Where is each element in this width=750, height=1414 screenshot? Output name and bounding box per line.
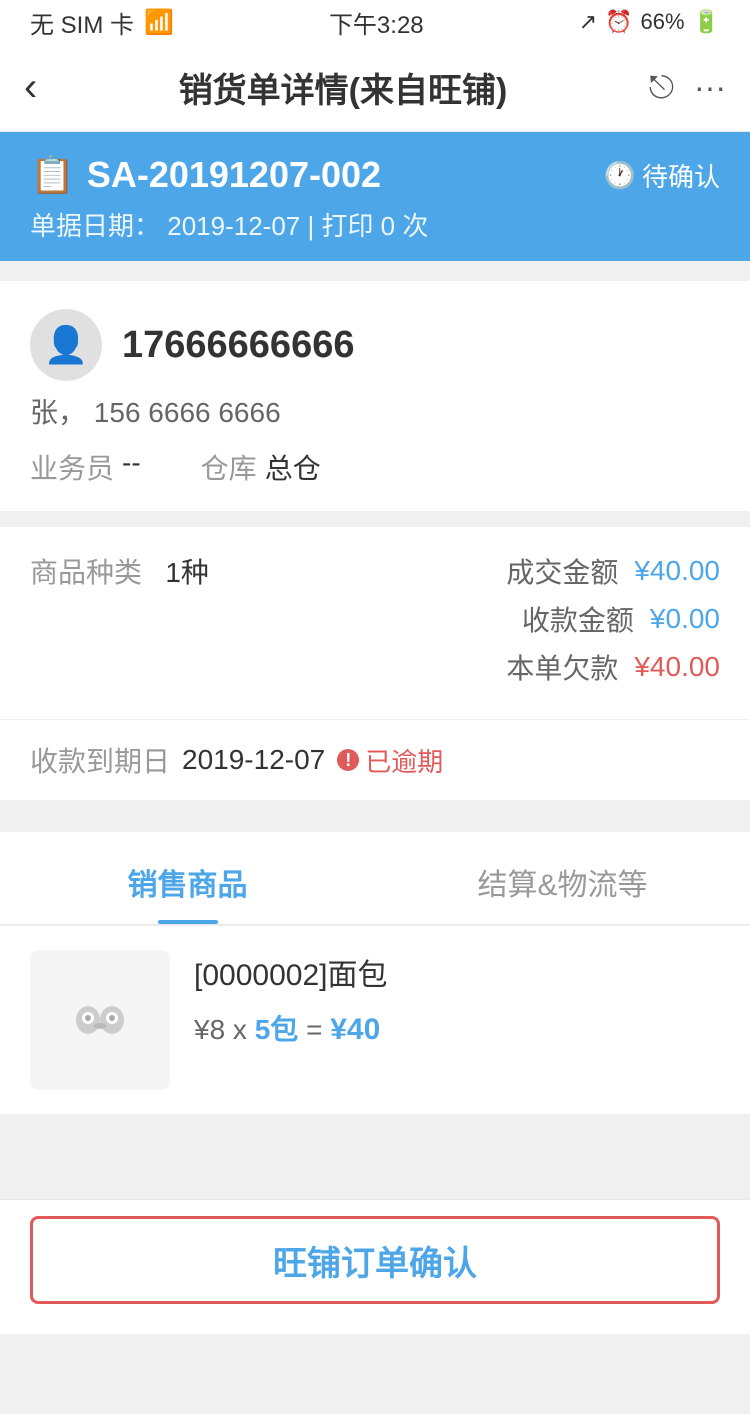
due-date-row: 收款到期日 2019-12-07 ! 已逾期: [0, 719, 750, 800]
order-id-row: 📋 SA-20191207-002 🕐 待确认: [30, 154, 720, 196]
salesperson-value: --: [122, 447, 141, 487]
price-total: ¥40: [330, 1013, 380, 1046]
status-left: 无 SIM 卡 📶: [30, 5, 174, 40]
avatar-icon: 👤: [44, 324, 89, 366]
customer-name: 张， 156 6666 6666: [30, 391, 720, 431]
back-button[interactable]: ‹: [24, 65, 37, 110]
amount-label-1: 收款金额: [522, 599, 634, 639]
amount-value-2: ¥40.00: [634, 651, 720, 683]
customer-row: 👤 17666666666: [30, 309, 720, 381]
status-time: 下午3:28: [329, 5, 424, 40]
amount-row-2: 本单欠款 ¥40.00: [506, 647, 720, 687]
product-section: [0000002]面包 ¥8 x 5包 = ¥40: [0, 926, 750, 1114]
warehouse-label: 仓库: [201, 447, 257, 487]
price-equals: =: [306, 1014, 322, 1045]
alarm-icon: ⏰: [605, 9, 632, 35]
tab-settlement[interactable]: 结算&物流等: [375, 832, 750, 924]
order-id: 📋 SA-20191207-002: [30, 154, 381, 196]
amount-label-2: 本单欠款: [506, 647, 618, 687]
tabs-section: 销售商品 结算&物流等: [0, 832, 750, 925]
battery-label: 66%: [641, 9, 685, 35]
amount-row-0: 成交金额 ¥40.00: [506, 551, 720, 591]
amount-row-1: 收款金额 ¥0.00: [506, 599, 720, 639]
tab-products-label: 销售商品: [128, 869, 248, 902]
summary-section: 商品种类 1种 成交金额 ¥40.00 收款金额 ¥0.00 本单欠款 ¥40.…: [0, 527, 750, 719]
status-right: ↗ ⏰ 66% 🔋: [579, 9, 720, 35]
order-icon: 📋: [30, 154, 75, 196]
warehouse-value: 总仓: [265, 447, 321, 487]
more-button[interactable]: ···: [694, 69, 726, 106]
overdue-icon: !: [337, 749, 359, 771]
salesperson-item: 业务员 --: [30, 447, 141, 487]
nav-bar: ‹ 销货单详情(来自旺铺) ⎋ ···: [0, 44, 750, 132]
product-name: [0000002]面包: [194, 950, 720, 994]
amounts-section: 成交金额 ¥40.00 收款金额 ¥0.00 本单欠款 ¥40.00: [506, 551, 720, 695]
due-date-label: 收款到期日: [30, 740, 170, 780]
status-label: 待确认: [642, 157, 720, 194]
order-id-text: SA-20191207-002: [87, 154, 381, 196]
customer-phone: 17666666666: [122, 324, 354, 367]
goods-type-label: 商品种类: [30, 557, 142, 588]
tab-products[interactable]: 销售商品: [0, 832, 375, 924]
product-price: ¥8 x 5包 = ¥40: [194, 1008, 720, 1048]
order-date: 单据日期： 2019-12-07 | 打印 0 次: [30, 206, 720, 243]
confirm-order-button[interactable]: 旺铺订单确认: [30, 1216, 720, 1304]
amount-value-1: ¥0.00: [650, 603, 720, 635]
nav-actions: ⎋ ···: [649, 69, 726, 107]
customer-avatar: 👤: [30, 309, 102, 381]
price-quantity: 5包: [255, 1014, 299, 1045]
amount-value-0: ¥40.00: [634, 555, 720, 587]
due-date-value: 2019-12-07: [182, 744, 325, 776]
section-divider-1: [0, 511, 750, 527]
amount-label-0: 成交金额: [506, 551, 618, 591]
product-item: [0000002]面包 ¥8 x 5包 = ¥40: [30, 950, 720, 1090]
tabs-row: 销售商品 结算&物流等: [0, 832, 750, 924]
goods-type-value: 1种: [165, 557, 209, 588]
tab-settlement-label: 结算&物流等: [477, 869, 647, 902]
customer-section: 👤 17666666666 张， 156 6666 6666 业务员 -- 仓库…: [0, 281, 750, 511]
warehouse-item: 仓库 总仓: [201, 447, 321, 487]
product-info: [0000002]面包 ¥8 x 5包 = ¥40: [194, 950, 720, 1048]
status-bar: 无 SIM 卡 📶 下午3:28 ↗ ⏰ 66% 🔋: [0, 0, 750, 44]
customer-meta: 业务员 -- 仓库 总仓: [30, 447, 720, 487]
battery-icon: 🔋: [693, 9, 720, 35]
order-status: 🕐 待确认: [604, 157, 720, 194]
product-thumb-svg: [60, 990, 140, 1050]
location-icon: ↗: [579, 9, 597, 35]
product-thumbnail: [30, 950, 170, 1090]
status-clock-icon: 🕐: [604, 160, 636, 191]
goods-type: 商品种类 1种: [30, 551, 209, 591]
bottom-bar: 旺铺订单确认: [0, 1199, 750, 1334]
salesperson-label: 业务员: [30, 447, 114, 487]
overdue-badge: ! 已逾期: [337, 742, 443, 779]
section-divider-2: [0, 800, 750, 816]
price-text: ¥8 x: [194, 1014, 247, 1045]
page-title: 销货单详情(来自旺铺): [179, 63, 508, 112]
order-header-banner: 📋 SA-20191207-002 🕐 待确认 单据日期： 2019-12-07…: [0, 132, 750, 261]
carrier-label: 无 SIM 卡: [30, 5, 134, 40]
wifi-icon: 📶: [144, 8, 174, 37]
share-button[interactable]: ⎋: [649, 69, 674, 107]
overdue-text: 已逾期: [365, 742, 443, 779]
